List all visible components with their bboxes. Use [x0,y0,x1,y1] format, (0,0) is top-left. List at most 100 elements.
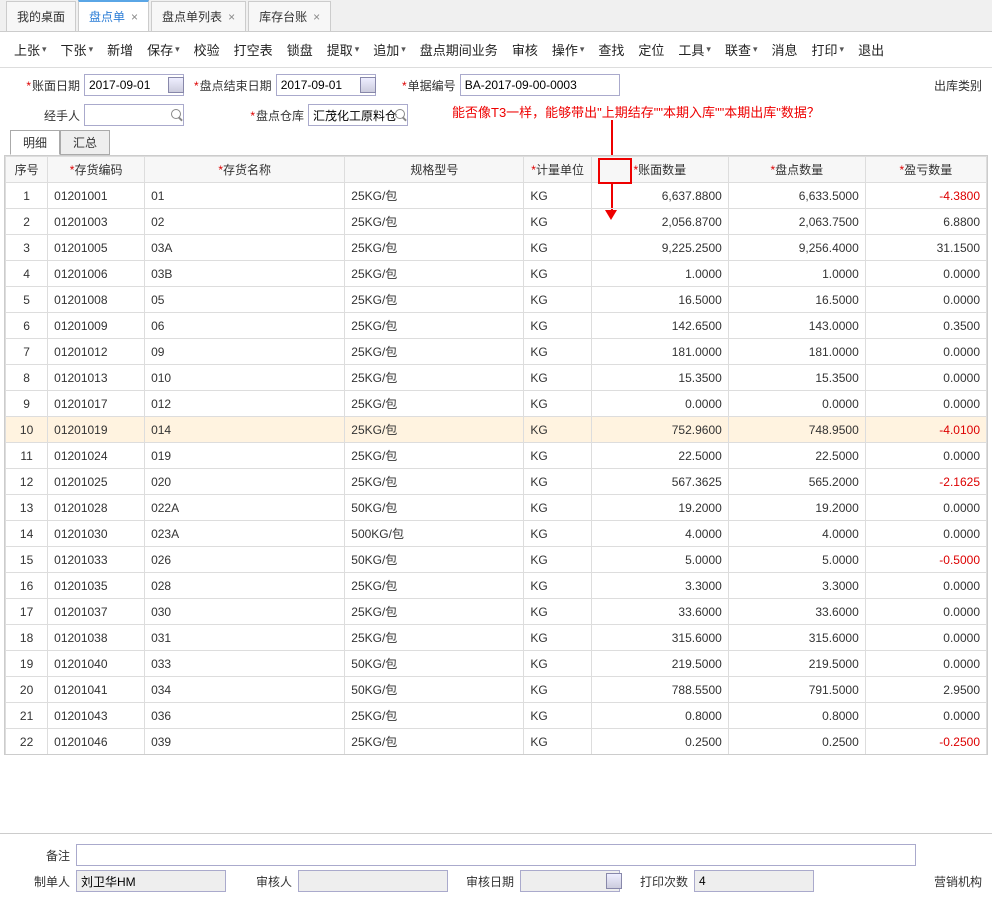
toolbar-button[interactable]: 联查▾ [719,36,764,63]
table-row[interactable]: 5012010080525KG/包KG16.500016.50000.0000 [6,287,987,313]
table-row[interactable]: 1301201028022A50KG/包KG19.200019.20000.00… [6,495,987,521]
sub-tab-detail[interactable]: 明细 [10,130,60,155]
table-row[interactable]: 1012010010125KG/包KG6,637.88006,633.5000-… [6,183,987,209]
org-label: 营销机构 [922,873,982,890]
remark-label: 备注 [10,847,70,864]
acc-date-input[interactable] [84,74,184,96]
handler-input[interactable] [84,104,184,126]
warehouse-input[interactable] [308,104,408,126]
col-unit[interactable]: 计量单位 [524,157,591,183]
handler-label: 经手人 [10,107,80,124]
end-date-input[interactable] [276,74,376,96]
main-tab[interactable]: 盘点单列表× [151,1,246,31]
toolbar-button[interactable]: 盘点期间业务 [414,36,504,63]
toolbar-button[interactable]: 消息 [766,36,804,63]
table-row[interactable]: 2012010030225KG/包KG2,056.87002,063.75006… [6,209,987,235]
audit-date-input [520,870,620,892]
toolbar-button[interactable]: 新增 [101,36,139,63]
main-tabs: 我的桌面盘点单×盘点单列表×库存台账× [0,0,992,32]
toolbar-button[interactable]: 退出 [852,36,890,63]
main-toolbar: 上张▾下张▾新增保存▾校验打空表锁盘提取▾追加▾盘点期间业务审核操作▾查找定位工… [0,32,992,68]
table-row[interactable]: 230120104704020KG/包KG2.50002.50000.0000 [6,755,987,756]
table-row[interactable]: 210120104303625KG/包KG0.80000.80000.0000 [6,703,987,729]
toolbar-button[interactable]: 查找 [592,36,630,63]
print-count-label: 打印次数 [628,873,688,890]
sub-tabs: 明细 汇总 [10,130,992,155]
main-tab[interactable]: 盘点单× [78,0,149,31]
toolbar-button[interactable]: 工具▾ [672,36,717,63]
search-icon[interactable] [394,108,408,122]
table-row[interactable]: 90120101701225KG/包KG0.00000.00000.0000 [6,391,987,417]
chevron-down-icon: ▾ [355,44,360,55]
toolbar-button[interactable]: 打印▾ [806,36,851,63]
detail-table: 序号 存货编码 存货名称 规格型号 计量单位 账面数量 盘点数量 盈亏数量 10… [5,156,987,755]
toolbar-button[interactable]: 保存▾ [141,36,186,63]
chevron-down-icon: ▾ [580,44,585,55]
col-count-qty[interactable]: 盘点数量 [728,157,865,183]
close-icon[interactable]: × [228,10,235,24]
detail-table-wrap: 序号 存货编码 存货名称 规格型号 计量单位 账面数量 盘点数量 盈亏数量 10… [4,155,988,755]
toolbar-button[interactable]: 定位 [632,36,670,63]
doc-no-label: 单据编号 [386,77,456,94]
table-row[interactable]: 100120101901425KG/包KG752.9600748.9500-4.… [6,417,987,443]
toolbar-button[interactable]: 上张▾ [8,36,53,63]
auditor-label: 审核人 [232,873,292,890]
main-tab[interactable]: 我的桌面 [6,1,76,31]
table-row[interactable]: 160120103502825KG/包KG3.30003.30000.0000 [6,573,987,599]
table-row[interactable]: 220120104603925KG/包KG0.25000.2500-0.2500 [6,729,987,755]
doc-no-input[interactable] [460,74,620,96]
table-row[interactable]: 190120104003350KG/包KG219.5000219.50000.0… [6,651,987,677]
table-header-row: 序号 存货编码 存货名称 规格型号 计量单位 账面数量 盘点数量 盈亏数量 [6,157,987,183]
chevron-down-icon: ▾ [89,44,94,55]
toolbar-button[interactable]: 下张▾ [55,36,100,63]
col-book-qty[interactable]: 账面数量 [591,157,728,183]
table-row[interactable]: 180120103803125KG/包KG315.6000315.60000.0… [6,625,987,651]
col-code[interactable]: 存货编码 [48,157,145,183]
table-row[interactable]: 80120101301025KG/包KG15.350015.35000.0000 [6,365,987,391]
toolbar-button[interactable]: 打空表 [228,36,279,63]
chevron-down-icon: ▾ [175,44,180,55]
creator-input [76,870,226,892]
remark-input[interactable] [76,844,916,866]
toolbar-button[interactable]: 锁盘 [281,36,319,63]
chevron-down-icon: ▾ [42,44,47,55]
main-tab[interactable]: 库存台账× [248,1,331,31]
col-diff-qty[interactable]: 盈亏数量 [865,157,986,183]
toolbar-button[interactable]: 提取▾ [321,36,366,63]
toolbar-button[interactable]: 审核 [506,36,544,63]
col-seq[interactable]: 序号 [6,157,48,183]
chevron-down-icon: ▾ [753,44,758,55]
out-type-label: 出库类别 [934,77,982,94]
end-date-label: 盘点结束日期 [194,77,272,94]
table-row[interactable]: 150120103302650KG/包KG5.00005.0000-0.5000 [6,547,987,573]
table-row[interactable]: 6012010090625KG/包KG142.6500143.00000.350… [6,313,987,339]
col-spec[interactable]: 规格型号 [345,157,524,183]
chevron-down-icon: ▾ [401,44,406,55]
annotation-text: 能否像T3一样，能够带出"上期结存""本期入库""本期出库"数据？ [452,102,820,121]
print-count-input [694,870,814,892]
toolbar-button[interactable]: 操作▾ [546,36,591,63]
form-area: 账面日期 盘点结束日期 单据编号 出库类别 经手人 盘点仓库 能否像T3一样，能… [0,68,992,128]
auditor-input [298,870,448,892]
warehouse-label: 盘点仓库 [234,107,304,124]
table-row[interactable]: 40120100603B25KG/包KG1.00001.00000.0000 [6,261,987,287]
sub-tab-summary[interactable]: 汇总 [60,130,110,155]
chevron-down-icon: ▾ [840,44,845,55]
col-name[interactable]: 存货名称 [145,157,345,183]
chevron-down-icon: ▾ [706,44,711,55]
close-icon[interactable]: × [131,10,138,24]
table-row[interactable]: 170120103703025KG/包KG33.600033.60000.000… [6,599,987,625]
close-icon[interactable]: × [313,10,320,24]
acc-date-label: 账面日期 [10,77,80,94]
toolbar-button[interactable]: 校验 [188,36,226,63]
search-icon[interactable] [170,108,184,122]
table-row[interactable]: 7012010120925KG/包KG181.0000181.00000.000… [6,339,987,365]
table-row[interactable]: 200120104103450KG/包KG788.5500791.50002.9… [6,677,987,703]
table-row[interactable]: 30120100503A25KG/包KG9,225.25009,256.4000… [6,235,987,261]
audit-date-label: 审核日期 [454,873,514,890]
table-row[interactable]: 110120102401925KG/包KG22.500022.50000.000… [6,443,987,469]
toolbar-button[interactable]: 追加▾ [367,36,412,63]
table-row[interactable]: 120120102502025KG/包KG567.3625565.2000-2.… [6,469,987,495]
table-row[interactable]: 1401201030023A500KG/包KG4.00004.00000.000… [6,521,987,547]
creator-label: 制单人 [10,873,70,890]
